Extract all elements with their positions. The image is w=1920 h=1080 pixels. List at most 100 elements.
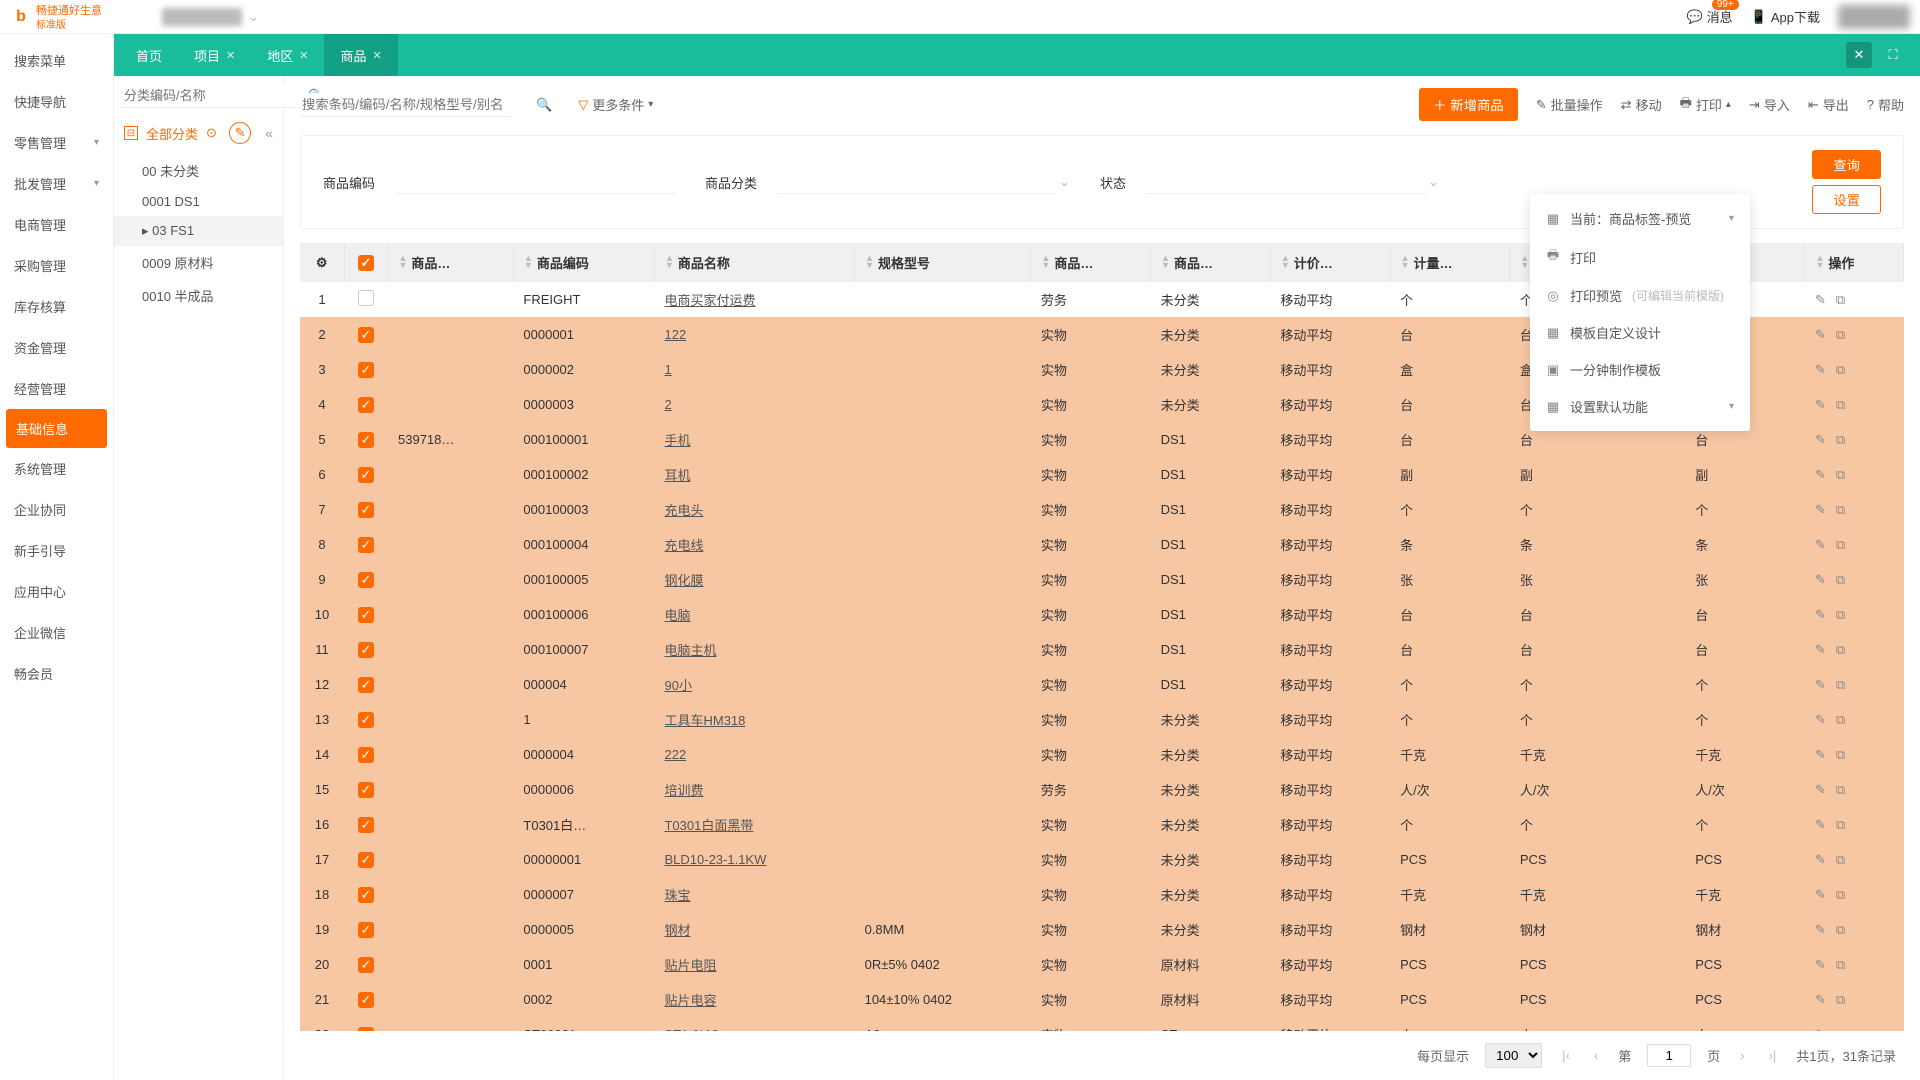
table-row[interactable]: 20✓0001贴片电阻0R±5% 0402实物原材料移动平均PCSPCSPCS✎… [300, 947, 1904, 982]
cell-name-link[interactable]: 钢化膜 [664, 573, 703, 588]
batch-ops-link[interactable]: ✎批量操作 [1536, 95, 1603, 114]
row-checkbox[interactable]: ✓ [358, 432, 374, 448]
row-more-icon[interactable]: ⧉ [1836, 957, 1845, 973]
row-more-icon[interactable]: ⧉ [1836, 887, 1845, 903]
cell-name-link[interactable]: T0301白面黑带 [664, 818, 753, 833]
sidebar-item[interactable]: 经营管理 [0, 368, 113, 409]
cell-name-link[interactable]: 电脑 [664, 608, 690, 623]
table-row[interactable]: 21✓0002贴片电容104±10% 0402实物原材料移动平均PCSPCSPC… [300, 982, 1904, 1017]
tab[interactable]: 地区✕ [251, 34, 324, 76]
dd-preview[interactable]: ◎打印预览 (可编辑当前模版) [1530, 277, 1750, 314]
row-checkbox[interactable]: ✓ [358, 362, 374, 378]
row-edit-icon[interactable]: ✎ [1815, 502, 1826, 518]
cell-name-link[interactable]: 工具车HM318 [664, 713, 745, 728]
row-more-icon[interactable]: ⧉ [1836, 327, 1845, 343]
sort-icon[interactable]: ▲▼ [399, 255, 408, 269]
tree-item[interactable]: 0010 半成品 [114, 279, 283, 312]
sidebar-item[interactable]: 批发管理▾ [0, 163, 113, 204]
help-link[interactable]: ?帮助 [1867, 95, 1904, 114]
table-header[interactable]: ▲▼商品… [1031, 243, 1151, 282]
tree-item[interactable]: 00 未分类 [114, 154, 283, 187]
last-page-icon[interactable]: ›| [1765, 1048, 1781, 1063]
table-row[interactable]: 10✓000100006电脑实物DS1移动平均台台台✎⧉ [300, 597, 1904, 632]
table-row[interactable]: 8✓000100004充电线实物DS1移动平均条条条✎⧉ [300, 527, 1904, 562]
close-all-tabs-icon[interactable]: ✕ [1846, 42, 1872, 68]
search-input[interactable] [300, 93, 510, 117]
row-checkbox[interactable]: ✓ [358, 642, 374, 658]
row-more-icon[interactable]: ⧉ [1836, 502, 1845, 518]
add-product-button[interactable]: ＋ 新增商品 [1419, 88, 1518, 121]
cell-name-link[interactable]: 珠宝 [664, 888, 690, 903]
cell-name-link[interactable]: 122 [664, 327, 686, 342]
sidebar-item[interactable]: 企业协同 [0, 489, 113, 530]
sort-icon[interactable]: ▲▼ [1401, 255, 1410, 269]
row-checkbox[interactable]: ✓ [358, 502, 374, 518]
tree-item[interactable]: 0009 原材料 [114, 246, 283, 279]
row-checkbox[interactable]: ✓ [358, 327, 374, 343]
cell-name-link[interactable]: 2 [664, 397, 671, 412]
row-more-icon[interactable]: ⧉ [1836, 537, 1845, 553]
row-checkbox[interactable]: ✓ [358, 922, 374, 938]
cell-name-link[interactable]: 充电头 [664, 503, 703, 518]
row-edit-icon[interactable]: ✎ [1815, 782, 1826, 798]
sort-icon[interactable]: ▲▼ [524, 255, 533, 269]
search-icon[interactable]: 🔍 [536, 97, 552, 113]
table-header[interactable]: ▲▼操作 [1805, 243, 1904, 282]
dd-template-quick[interactable]: ▣一分钟制作模板 [1530, 351, 1750, 388]
tree-edit-button[interactable]: ✎ [229, 122, 251, 144]
filter-code-input[interactable] [395, 170, 675, 194]
per-page-select[interactable]: 100 [1485, 1043, 1542, 1068]
row-more-icon[interactable]: ⧉ [1836, 782, 1845, 798]
cell-name-link[interactable]: 电商买家付运费 [664, 293, 755, 308]
row-edit-icon[interactable]: ✎ [1815, 677, 1826, 693]
sort-icon[interactable]: ▲▼ [665, 255, 674, 269]
row-checkbox[interactable]: ✓ [358, 607, 374, 623]
table-header[interactable]: ▲▼商品… [1151, 243, 1271, 282]
row-more-icon[interactable]: ⧉ [1836, 607, 1845, 623]
close-icon[interactable]: ✕ [226, 49, 235, 62]
fullscreen-icon[interactable]: ⛶ [1880, 42, 1906, 68]
table-header[interactable]: ✓ [344, 243, 388, 282]
sort-icon[interactable]: ▲▼ [865, 255, 874, 269]
filter-status-input[interactable] [1146, 170, 1426, 194]
sidebar-item[interactable]: 搜索菜单 [0, 40, 113, 81]
export-link[interactable]: ⇤导出 [1808, 95, 1849, 114]
row-checkbox[interactable]: ✓ [358, 992, 374, 1008]
row-checkbox[interactable]: ✓ [358, 397, 374, 413]
more-filters-link[interactable]: ▽ 更多条件 ▾ [578, 95, 653, 114]
sort-icon[interactable]: ▲▼ [1815, 255, 1824, 269]
row-checkbox[interactable]: ✓ [358, 677, 374, 693]
tab[interactable]: 商品✕ [324, 34, 397, 76]
table-row[interactable]: 7✓000100003充电头实物DS1移动平均个个个✎⧉ [300, 492, 1904, 527]
sort-icon[interactable]: ▲▼ [1161, 255, 1170, 269]
row-more-icon[interactable]: ⧉ [1836, 677, 1845, 693]
row-edit-icon[interactable]: ✎ [1815, 292, 1826, 308]
table-row[interactable]: 6✓000100002耳机实物DS1移动平均副副副✎⧉ [300, 457, 1904, 492]
row-checkbox[interactable]: ✓ [358, 887, 374, 903]
table-row[interactable]: 12✓00000490小实物DS1移动平均个个个✎⧉ [300, 667, 1904, 702]
row-more-icon[interactable]: ⧉ [1836, 397, 1845, 413]
next-page-icon[interactable]: › [1736, 1048, 1748, 1063]
table-header[interactable]: ⚙ [300, 243, 344, 282]
tab[interactable]: 首页 [120, 34, 178, 76]
sidebar-item[interactable]: 快捷导航 [0, 81, 113, 122]
row-edit-icon[interactable]: ✎ [1815, 712, 1826, 728]
table-header[interactable]: ▲▼计量… [1390, 243, 1510, 282]
row-checkbox[interactable]: ✓ [358, 467, 374, 483]
sidebar-item[interactable]: 新手引导 [0, 530, 113, 571]
table-row[interactable]: 19✓0000005钢材0.8MM实物未分类移动平均钢材钢材钢材✎⧉ [300, 912, 1904, 947]
sidebar-item[interactable]: 系统管理 [0, 448, 113, 489]
row-edit-icon[interactable]: ✎ [1815, 607, 1826, 623]
table-row[interactable]: 11✓000100007电脑主机实物DS1移动平均台台台✎⧉ [300, 632, 1904, 667]
row-more-icon[interactable]: ⧉ [1836, 572, 1845, 588]
cell-name-link[interactable]: 耳机 [664, 468, 690, 483]
user-avatar[interactable] [1838, 5, 1910, 29]
row-checkbox[interactable]: ✓ [358, 572, 374, 588]
row-more-icon[interactable]: ⧉ [1836, 467, 1845, 483]
table-header[interactable]: ▲▼商品编码 [513, 243, 654, 282]
cell-name-link[interactable]: 充电线 [664, 538, 703, 553]
table-row[interactable]: 17✓00000001BLD10-23-1.1KW实物未分类移动平均PCSPCS… [300, 842, 1904, 877]
row-more-icon[interactable]: ⧉ [1836, 817, 1845, 833]
row-edit-icon[interactable]: ✎ [1815, 852, 1826, 868]
sidebar-item[interactable]: 畅会员 [0, 653, 113, 694]
